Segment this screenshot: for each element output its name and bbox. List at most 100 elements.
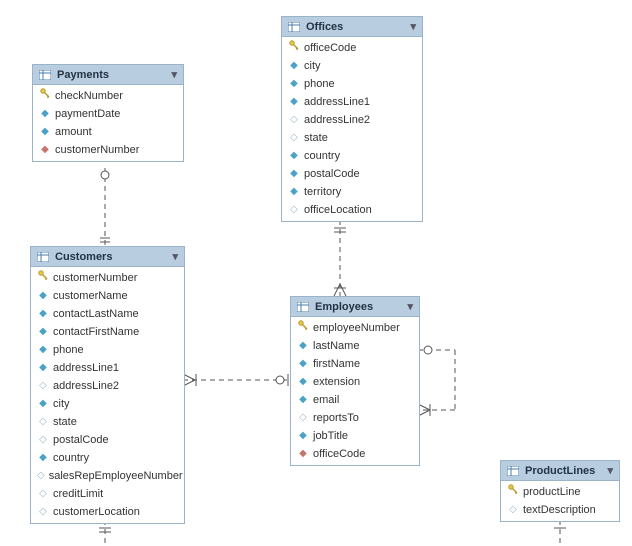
- column-icon: ◆: [37, 396, 49, 412]
- field-name: officeCode: [304, 40, 356, 56]
- field-name: amount: [55, 124, 92, 140]
- field-name: productLine: [523, 484, 581, 500]
- entity-header[interactable]: Employees ▾: [291, 297, 419, 317]
- field-row: ◆amount: [33, 123, 183, 141]
- field-row: ◇addressLine2: [31, 377, 184, 395]
- field-name: phone: [53, 342, 84, 358]
- column-icon: ◇: [37, 432, 49, 448]
- rel-payments-customers: [100, 168, 110, 246]
- field-row: ◆addressLine1: [282, 93, 422, 111]
- field-row: ◇salesRepEmployeeNumber: [31, 467, 184, 485]
- rel-customers-employees: [183, 374, 290, 386]
- field-name: addressLine2: [53, 378, 119, 394]
- field-name: addressLine1: [304, 94, 370, 110]
- column-icon: ◆: [37, 450, 49, 466]
- productlines-fields: productLine◇textDescription: [501, 481, 619, 521]
- employees-fields: employeeNumber◆lastName◆firstName◆extens…: [291, 317, 419, 465]
- table-icon: [507, 466, 519, 476]
- entity-customers[interactable]: Customers ▾ customerNumber◆customerName◆…: [30, 246, 185, 524]
- field-row: ◆phone: [282, 75, 422, 93]
- entity-title: Offices: [306, 21, 343, 33]
- column-icon: ◆: [37, 306, 49, 322]
- entity-offices[interactable]: Offices ▾ officeCode◆city◆phone◆addressL…: [281, 16, 423, 222]
- entity-title: Employees: [315, 301, 373, 313]
- field-row: ◇addressLine2: [282, 111, 422, 129]
- field-name: postalCode: [304, 166, 360, 182]
- field-row: ◇state: [282, 129, 422, 147]
- field-row: ◆email: [291, 391, 419, 409]
- entity-header[interactable]: Customers ▾: [31, 247, 184, 267]
- field-name: salesRepEmployeeNumber: [49, 468, 183, 484]
- column-icon: ◆: [297, 428, 309, 444]
- key-icon: [288, 40, 300, 56]
- column-icon: ◆: [39, 106, 51, 122]
- field-row: officeCode: [282, 39, 422, 57]
- field-row: ◆paymentDate: [33, 105, 183, 123]
- field-name: lastName: [313, 338, 359, 354]
- field-row: ◆city: [282, 57, 422, 75]
- field-name: addressLine2: [304, 112, 370, 128]
- field-row: ◇reportsTo: [291, 409, 419, 427]
- column-icon: ◇: [288, 202, 300, 218]
- field-row: ◆officeCode: [291, 445, 419, 463]
- chevron-down-icon: ▾: [607, 464, 613, 477]
- field-name: firstName: [313, 356, 360, 372]
- column-icon: ◆: [39, 124, 51, 140]
- column-icon: ◆: [37, 342, 49, 358]
- entity-header[interactable]: Offices ▾: [282, 17, 422, 37]
- chevron-down-icon: ▾: [410, 20, 416, 33]
- field-name: contactFirstName: [53, 324, 139, 340]
- column-icon: ◆: [297, 374, 309, 390]
- column-icon: ◇: [37, 504, 49, 520]
- field-name: textDescription: [523, 502, 596, 518]
- entity-payments[interactable]: Payments ▾ checkNumber◆paymentDate◆amoun…: [32, 64, 184, 162]
- customers-fields: customerNumber◆customerName◆contactLastN…: [31, 267, 184, 523]
- entity-productlines[interactable]: ProductLines ▾ productLine◇textDescripti…: [500, 460, 620, 522]
- entity-header[interactable]: ProductLines ▾: [501, 461, 619, 481]
- column-icon: ◆: [297, 356, 309, 372]
- column-icon: ◆: [288, 148, 300, 164]
- field-row: ◆city: [31, 395, 184, 413]
- column-icon: ◇: [37, 486, 49, 502]
- field-name: addressLine1: [53, 360, 119, 376]
- chevron-down-icon: ▾: [407, 300, 413, 313]
- field-row: ◇textDescription: [501, 501, 619, 519]
- column-icon: ◆: [288, 58, 300, 74]
- table-icon: [297, 302, 309, 312]
- field-row: ◆territory: [282, 183, 422, 201]
- fk-icon: ◆: [39, 142, 51, 158]
- table-icon: [39, 70, 51, 80]
- field-name: checkNumber: [55, 88, 123, 104]
- column-icon: ◆: [297, 392, 309, 408]
- field-name: state: [304, 130, 328, 146]
- field-name: customerName: [53, 288, 128, 304]
- chevron-down-icon: ▾: [172, 250, 178, 263]
- field-name: customerLocation: [53, 504, 140, 520]
- entity-header[interactable]: Payments ▾: [33, 65, 183, 85]
- field-row: ◆addressLine1: [31, 359, 184, 377]
- field-name: city: [304, 58, 321, 74]
- field-name: customerNumber: [53, 270, 137, 286]
- field-name: territory: [304, 184, 341, 200]
- entity-title: ProductLines: [525, 465, 595, 477]
- field-name: phone: [304, 76, 335, 92]
- field-row: ◆firstName: [291, 355, 419, 373]
- field-row: ◆country: [31, 449, 184, 467]
- field-row: ◇customerLocation: [31, 503, 184, 521]
- field-name: postalCode: [53, 432, 109, 448]
- column-icon: ◇: [37, 468, 45, 484]
- field-name: state: [53, 414, 77, 430]
- key-icon: [39, 88, 51, 104]
- column-icon: ◆: [288, 184, 300, 200]
- field-row: ◆contactLastName: [31, 305, 184, 323]
- field-row: ◇officeLocation: [282, 201, 422, 219]
- chevron-down-icon: ▾: [171, 68, 177, 81]
- field-row: ◆postalCode: [282, 165, 422, 183]
- table-icon: [288, 22, 300, 32]
- field-name: city: [53, 396, 70, 412]
- field-row: ◆extension: [291, 373, 419, 391]
- payments-fields: checkNumber◆paymentDate◆amount◆customerN…: [33, 85, 183, 161]
- column-icon: ◆: [37, 324, 49, 340]
- field-row: ◆phone: [31, 341, 184, 359]
- entity-employees[interactable]: Employees ▾ employeeNumber◆lastName◆firs…: [290, 296, 420, 466]
